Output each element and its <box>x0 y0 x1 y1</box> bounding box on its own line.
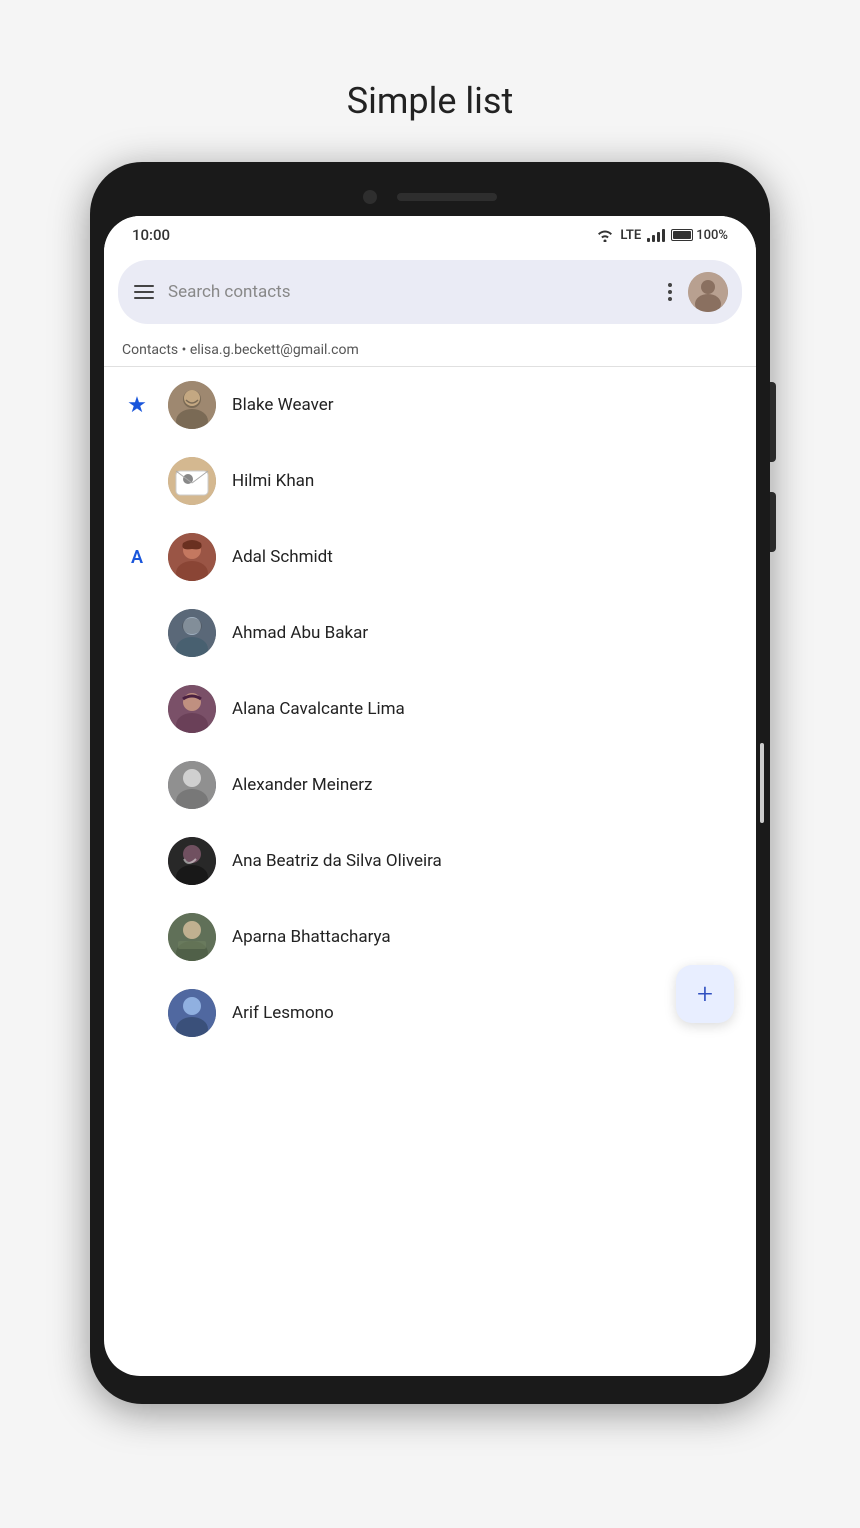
contact-avatar <box>168 533 216 581</box>
menu-line-2 <box>134 291 154 293</box>
avatar-initials <box>688 272 728 312</box>
more-options-button[interactable] <box>664 279 676 305</box>
more-dot-1 <box>668 283 672 287</box>
contact-name: Alana Cavalcante Lima <box>232 699 405 719</box>
scroll-indicator <box>760 743 764 823</box>
battery-icon: 100% <box>671 228 728 243</box>
lte-label: LTE <box>620 228 641 243</box>
account-label: Contacts • elisa.g.beckett@gmail.com <box>122 342 359 358</box>
contact-name: Blake Weaver <box>232 395 334 415</box>
contact-avatar <box>168 457 216 505</box>
contact-avatar <box>168 989 216 1037</box>
list-item[interactable]: Ahmad Abu Bakar <box>104 595 756 671</box>
menu-line-1 <box>134 285 154 287</box>
contact-name: Aparna Bhattacharya <box>232 927 391 947</box>
more-dot-3 <box>668 297 672 301</box>
section-letter-a: A <box>122 547 152 568</box>
user-avatar[interactable] <box>688 272 728 312</box>
contact-avatar <box>168 913 216 961</box>
contact-avatar <box>168 381 216 429</box>
status-time: 10:00 <box>132 226 170 244</box>
contact-avatar <box>168 609 216 657</box>
signal-icon <box>647 229 665 242</box>
contact-name: Ahmad Abu Bakar <box>232 623 368 643</box>
list-item[interactable]: Alexander Meinerz <box>104 747 756 823</box>
account-info: Contacts • elisa.g.beckett@gmail.com <box>104 332 756 367</box>
speaker-grille <box>397 193 497 201</box>
more-dot-2 <box>668 290 672 294</box>
menu-line-3 <box>134 297 154 299</box>
phone-top-bar <box>104 190 756 204</box>
plus-icon: + <box>697 980 713 1008</box>
front-camera <box>363 190 377 204</box>
contact-avatar <box>168 837 216 885</box>
star-icon: ★ <box>127 393 147 418</box>
list-item[interactable]: ★ Blake Weaver <box>104 367 756 443</box>
contact-name: Ana Beatriz da Silva Oliveira <box>232 851 442 871</box>
list-item[interactable]: Aparna Bhattacharya <box>104 899 756 975</box>
contact-name: Alexander Meinerz <box>232 775 372 795</box>
list-item[interactable]: Hilmi Khan <box>104 443 756 519</box>
contact-list: ★ Blake Weaver <box>104 367 756 1051</box>
contact-name: Hilmi Khan <box>232 471 314 491</box>
contact-name: Adal Schmidt <box>232 547 333 567</box>
list-item[interactable]: Ana Beatriz da Silva Oliveira <box>104 823 756 899</box>
list-item[interactable]: A Adal Schmidt <box>104 519 756 595</box>
status-icons: LTE 100% <box>596 228 728 243</box>
phone-shell: 10:00 LTE <box>90 162 770 1404</box>
add-contact-button[interactable]: + <box>676 965 734 1023</box>
contact-avatar <box>168 761 216 809</box>
section-letter-label: A <box>131 547 143 568</box>
status-bar: 10:00 LTE <box>104 216 756 250</box>
list-item[interactable]: Alana Cavalcante Lima <box>104 671 756 747</box>
contact-avatar <box>168 685 216 733</box>
search-bar-container: Search contacts <box>104 250 756 332</box>
section-star: ★ <box>122 393 152 418</box>
search-bar[interactable]: Search contacts <box>118 260 742 324</box>
menu-button[interactable] <box>132 283 156 301</box>
list-item[interactable]: Arif Lesmono <box>104 975 756 1051</box>
page-title: Simple list <box>347 80 514 122</box>
phone-screen: 10:00 LTE <box>104 216 756 1376</box>
battery-percent: 100% <box>696 228 728 243</box>
wifi-icon <box>596 228 614 242</box>
search-input[interactable]: Search contacts <box>168 282 652 302</box>
contact-name: Arif Lesmono <box>232 1003 334 1023</box>
